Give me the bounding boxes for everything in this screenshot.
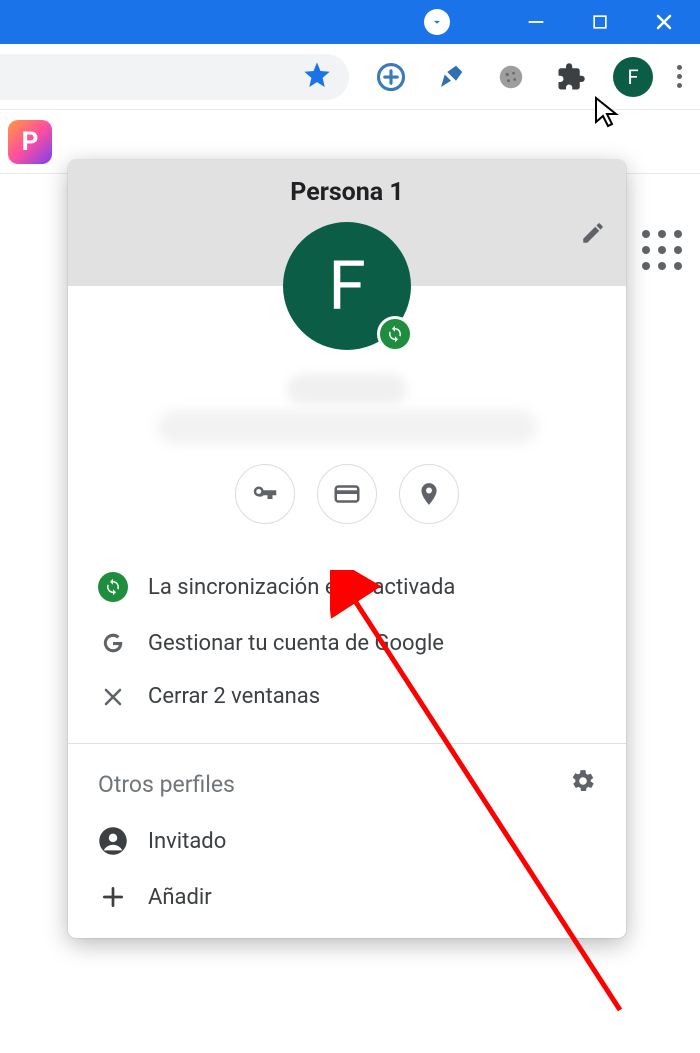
profile-popup-body: La sincronización está activada Gestiona…: [68, 286, 626, 938]
divider: [68, 743, 626, 744]
profile-menu-list: La sincronización está activada Gestiona…: [68, 552, 626, 737]
extension-pen-icon[interactable]: [433, 59, 469, 95]
google-g-icon: [98, 630, 128, 656]
bookmark-site-icon[interactable]: P: [8, 120, 52, 164]
extension-cookie-icon[interactable]: [493, 59, 529, 95]
sync-badge-icon: [377, 316, 413, 352]
payments-button[interactable]: [317, 464, 377, 524]
quick-actions-row: [68, 464, 626, 524]
bookmark-site-letter: P: [22, 127, 39, 157]
other-profiles-list: Invitado Añadir: [68, 806, 626, 938]
profile-email-blurred: [157, 410, 537, 444]
extension-shield-icon[interactable]: [373, 59, 409, 95]
close-windows-label: Cerrar 2 ventanas: [148, 684, 320, 709]
profile-name: Persona 1: [68, 178, 626, 207]
profile-avatar-button[interactable]: F: [613, 57, 653, 97]
close-button[interactable]: [650, 8, 678, 36]
other-profiles-header: Otros perfiles: [68, 750, 626, 806]
browser-menu-icon[interactable]: [677, 65, 682, 88]
minimize-button[interactable]: [522, 8, 550, 36]
sync-icon: [98, 572, 128, 602]
close-windows-item[interactable]: Cerrar 2 ventanas: [68, 670, 626, 723]
add-profile-label: Añadir: [148, 885, 212, 910]
guest-profile-label: Invitado: [148, 829, 226, 854]
window-titlebar: [0, 0, 700, 44]
profile-popup: Persona 1 F: [68, 160, 626, 938]
address-bar[interactable]: [0, 54, 349, 100]
manage-account-label: Gestionar tu cuenta de Google: [148, 631, 444, 656]
manage-account-item[interactable]: Gestionar tu cuenta de Google: [68, 616, 626, 670]
close-icon: [98, 685, 128, 709]
avatar-letter: F: [328, 246, 366, 326]
profile-avatar-large: F: [283, 222, 411, 350]
edit-profile-button[interactable]: [580, 220, 606, 252]
person-icon: [98, 826, 128, 856]
maximize-button[interactable]: [586, 8, 614, 36]
profile-display-name-blurred: [287, 374, 407, 404]
apps-grid-icon[interactable]: [642, 230, 684, 272]
sync-status-label: La sincronización está activada: [148, 575, 455, 600]
guest-profile-item[interactable]: Invitado: [68, 812, 626, 870]
addresses-button[interactable]: [399, 464, 459, 524]
bookmark-star-icon[interactable]: [301, 59, 333, 95]
profile-avatar-letter: F: [627, 65, 638, 89]
sync-status-item[interactable]: La sincronización está activada: [68, 558, 626, 616]
add-profile-item[interactable]: Añadir: [68, 870, 626, 924]
other-profiles-label: Otros perfiles: [98, 771, 235, 798]
passwords-button[interactable]: [235, 464, 295, 524]
titlebar-dropdown-icon[interactable]: [424, 9, 450, 35]
extensions-icon[interactable]: [553, 59, 589, 95]
manage-profiles-gear-icon[interactable]: [570, 768, 596, 800]
browser-toolbar: F: [0, 44, 700, 110]
profile-popup-header: Persona 1 F: [68, 160, 626, 286]
plus-icon: [98, 884, 128, 910]
